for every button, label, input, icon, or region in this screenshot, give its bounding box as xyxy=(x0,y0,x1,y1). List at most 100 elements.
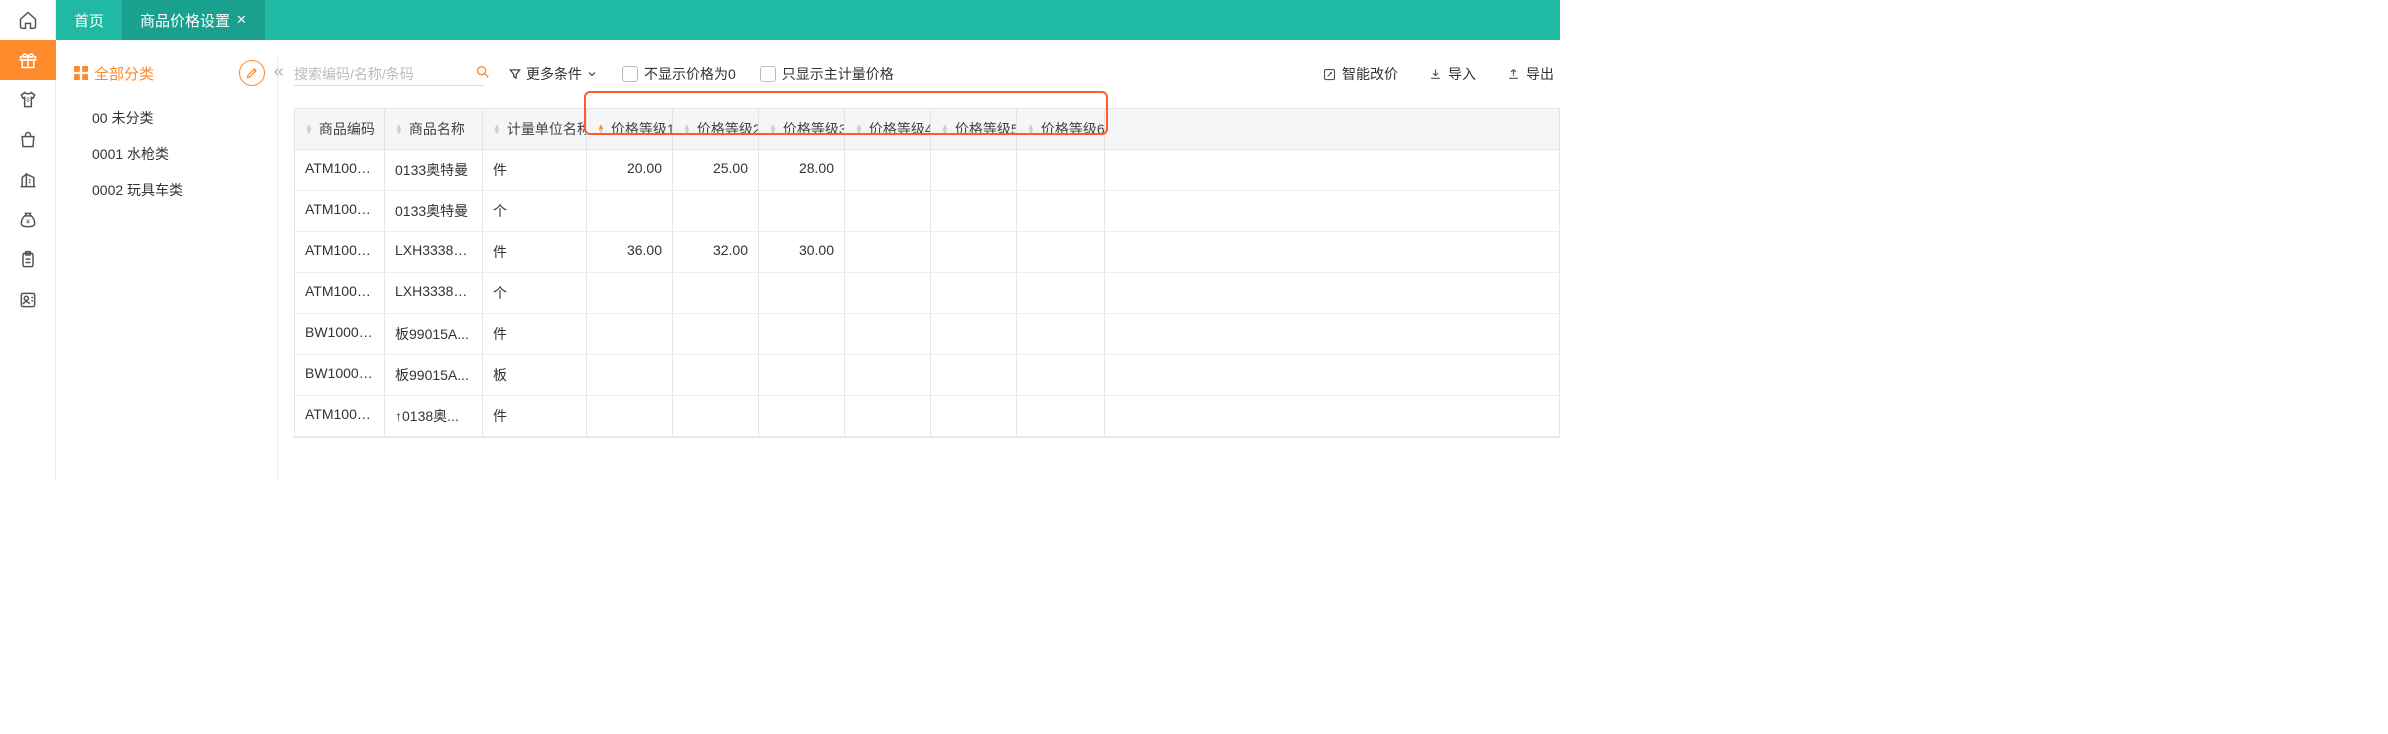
category-edit-button[interactable] xyxy=(239,60,265,86)
cell-p5[interactable] xyxy=(931,396,1017,436)
tab-price-settings[interactable]: 商品价格设置 ✕ xyxy=(122,0,265,40)
column-header-p3[interactable]: ▲▼价格等级3 xyxy=(759,109,845,149)
cell-code: BW100001 xyxy=(295,314,385,354)
cell-p5[interactable] xyxy=(931,150,1017,190)
column-header-p2[interactable]: ▲▼价格等级2 xyxy=(673,109,759,149)
column-label: 价格等级4 xyxy=(869,119,931,139)
cell-p1[interactable] xyxy=(587,396,673,436)
cell-p4[interactable] xyxy=(845,396,931,436)
cell-p4[interactable] xyxy=(845,314,931,354)
cell-p2[interactable]: 32.00 xyxy=(673,232,759,272)
import-button[interactable]: 导入 xyxy=(1428,64,1476,84)
cell-p3[interactable] xyxy=(759,191,845,231)
only-main-unit-checkbox[interactable]: 只显示主计量价格 xyxy=(760,64,894,84)
search-box[interactable] xyxy=(294,62,484,86)
table-row[interactable]: BW100001板99015A...件 xyxy=(295,314,1559,355)
nav-bag[interactable] xyxy=(0,120,56,160)
nav-clipboard[interactable] xyxy=(0,240,56,280)
cell-p1[interactable] xyxy=(587,314,673,354)
cell-p3[interactable]: 28.00 xyxy=(759,150,845,190)
cell-p6[interactable] xyxy=(1017,396,1105,436)
more-conditions-button[interactable]: 更多条件 xyxy=(508,64,598,84)
cell-p3[interactable] xyxy=(759,355,845,395)
cell-p6[interactable] xyxy=(1017,273,1105,313)
cell-p3[interactable] xyxy=(759,314,845,354)
column-header-name[interactable]: ▲▼ 商品名称 xyxy=(385,109,483,149)
edit-icon xyxy=(1322,67,1337,82)
category-item[interactable]: 0002 玩具车类 xyxy=(92,172,277,208)
cell-p2[interactable] xyxy=(673,355,759,395)
cell-code: ATM100028 xyxy=(295,150,385,190)
nav-shirt[interactable]: $ xyxy=(0,80,56,120)
checkbox-box xyxy=(622,66,638,82)
nav-home[interactable] xyxy=(0,0,56,40)
cell-p5[interactable] xyxy=(931,355,1017,395)
search-input[interactable] xyxy=(294,66,475,82)
column-label: 商品名称 xyxy=(409,119,465,139)
sort-icon: ▲▼ xyxy=(395,124,403,134)
pencil-icon xyxy=(245,66,259,80)
search-icon[interactable] xyxy=(475,64,491,83)
table-row[interactable]: BW100001板99015A...板 xyxy=(295,355,1559,396)
cell-p6[interactable] xyxy=(1017,232,1105,272)
gift-icon xyxy=(18,50,38,70)
cell-p2[interactable] xyxy=(673,191,759,231)
sort-icon: ▲▼ xyxy=(493,124,501,134)
more-conditions-label: 更多条件 xyxy=(526,64,582,84)
cell-p1[interactable]: 20.00 xyxy=(587,150,673,190)
tab-home[interactable]: 首页 xyxy=(56,0,122,40)
cell-p4[interactable] xyxy=(845,232,931,272)
column-header-p4[interactable]: ▲▼价格等级4 xyxy=(845,109,931,149)
table-row[interactable]: ATM1000280133奥特曼件20.0025.0028.00 xyxy=(295,150,1559,191)
table-row[interactable]: ATM1000280133奥特曼个 xyxy=(295,191,1559,232)
table-row[interactable]: ATM100006↑0138奥...件 xyxy=(295,396,1559,437)
cell-p4[interactable] xyxy=(845,273,931,313)
cell-p5[interactable] xyxy=(931,273,1017,313)
column-header-p6[interactable]: ▲▼价格等级6 xyxy=(1017,109,1105,149)
cell-p2[interactable] xyxy=(673,314,759,354)
smart-edit-button[interactable]: 智能改价 xyxy=(1322,64,1398,84)
table-row[interactable]: ATM100101LXH33387...件36.0032.0030.00 xyxy=(295,232,1559,273)
table-row[interactable]: ATM100101LXH33387...个 xyxy=(295,273,1559,314)
cell-p6[interactable] xyxy=(1017,191,1105,231)
cell-p4[interactable] xyxy=(845,191,931,231)
cell-p1[interactable] xyxy=(587,273,673,313)
action-label: 智能改价 xyxy=(1342,64,1398,84)
cell-p1[interactable] xyxy=(587,355,673,395)
hide-zero-checkbox[interactable]: 不显示价格为0 xyxy=(622,64,736,84)
nav-money[interactable]: ¥ xyxy=(0,200,56,240)
column-header-unit[interactable]: ▲▼计量单位名称 xyxy=(483,109,587,149)
column-label: 价格等级5 xyxy=(955,119,1017,139)
cell-p6[interactable] xyxy=(1017,314,1105,354)
collapse-sidebar-button[interactable] xyxy=(269,60,289,84)
column-header-p5[interactable]: ▲▼价格等级5 xyxy=(931,109,1017,149)
nav-contacts[interactable] xyxy=(0,280,56,320)
cell-p4[interactable] xyxy=(845,355,931,395)
cell-p5[interactable] xyxy=(931,314,1017,354)
category-title-text: 全部分类 xyxy=(94,63,154,84)
cell-p3[interactable] xyxy=(759,273,845,313)
category-title[interactable]: 全部分类 xyxy=(74,63,154,84)
column-header-code[interactable]: ▲▼商品编码 xyxy=(295,109,385,149)
nav-buildings[interactable] xyxy=(0,160,56,200)
action-label: 导出 xyxy=(1526,64,1554,84)
export-button[interactable]: 导出 xyxy=(1506,64,1554,84)
cell-p2[interactable]: 25.00 xyxy=(673,150,759,190)
cell-unit: 件 xyxy=(483,314,587,354)
cell-p6[interactable] xyxy=(1017,355,1105,395)
cell-p3[interactable] xyxy=(759,396,845,436)
category-item[interactable]: 00 未分类 xyxy=(92,100,277,136)
cell-p3[interactable]: 30.00 xyxy=(759,232,845,272)
cell-p1[interactable]: 36.00 xyxy=(587,232,673,272)
cell-p5[interactable] xyxy=(931,191,1017,231)
cell-p2[interactable] xyxy=(673,396,759,436)
cell-p4[interactable] xyxy=(845,150,931,190)
category-item[interactable]: 0001 水枪类 xyxy=(92,136,277,172)
column-header-p1[interactable]: ▲▼价格等级1 xyxy=(587,109,673,149)
cell-p1[interactable] xyxy=(587,191,673,231)
nav-products[interactable] xyxy=(0,40,56,80)
cell-p5[interactable] xyxy=(931,232,1017,272)
cell-p6[interactable] xyxy=(1017,150,1105,190)
cell-p2[interactable] xyxy=(673,273,759,313)
close-icon[interactable]: ✕ xyxy=(236,12,247,28)
